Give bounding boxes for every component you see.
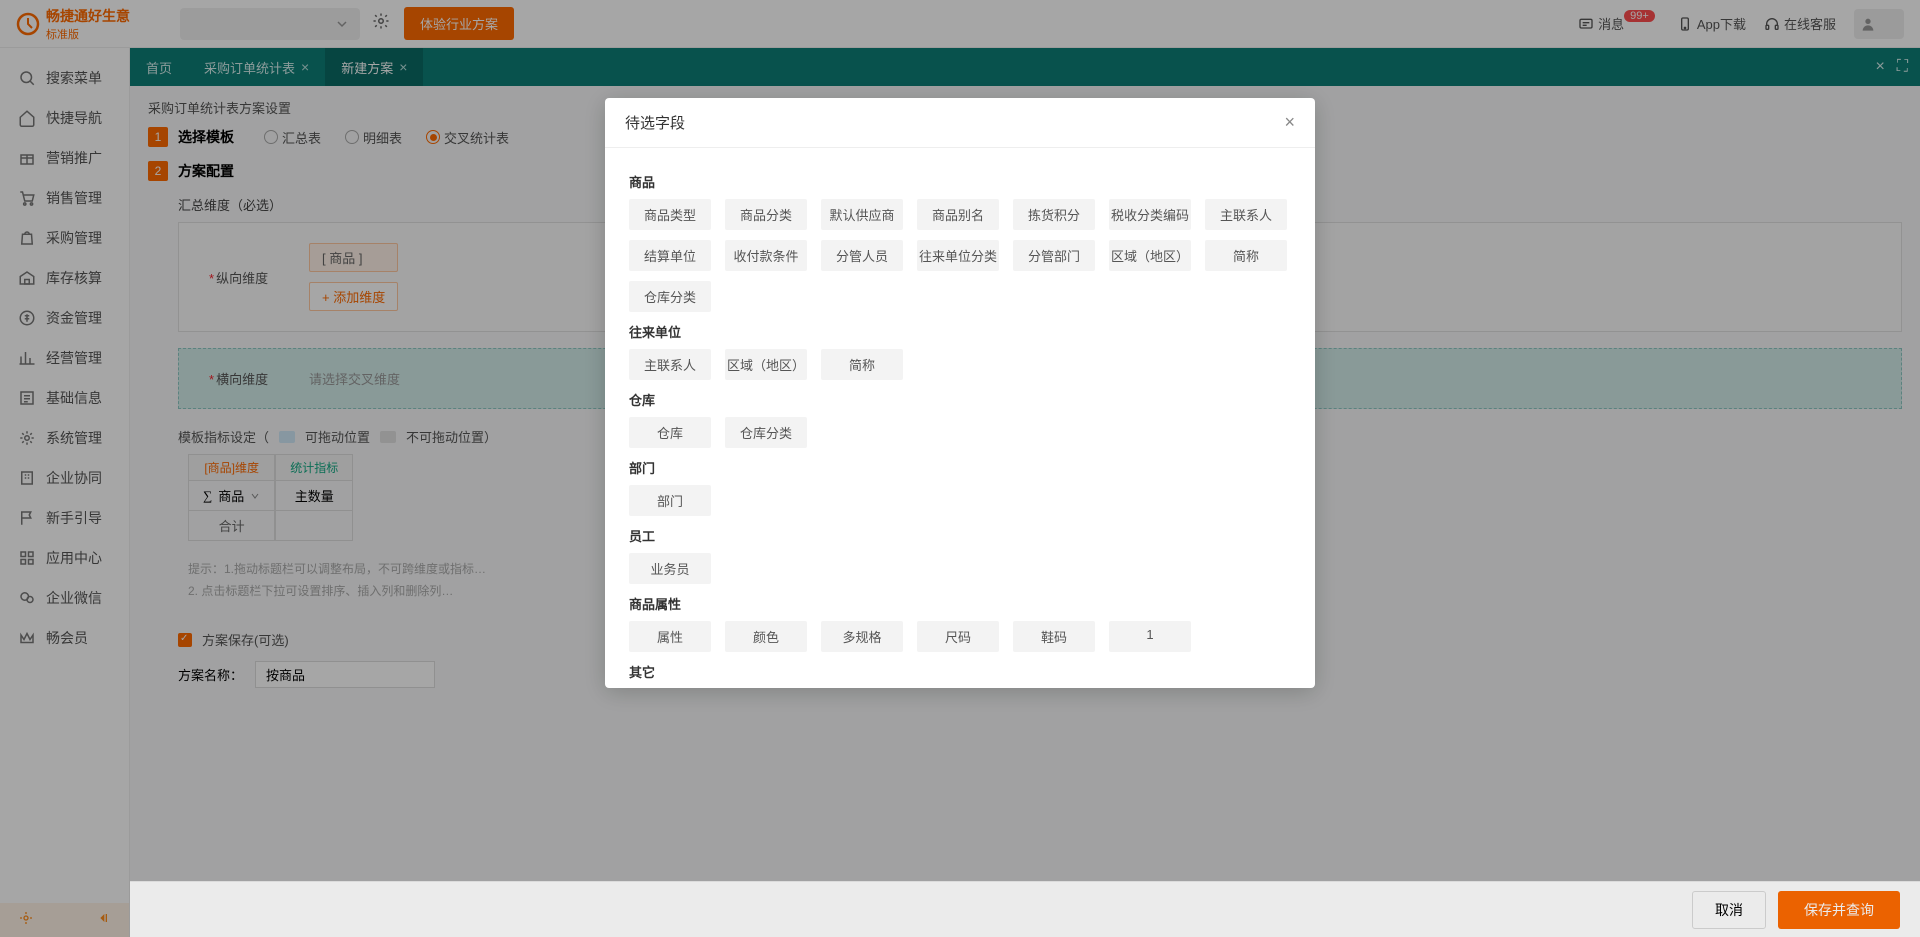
field-chip[interactable]: 默认供应商: [821, 199, 903, 230]
field-group-chips: 部门: [629, 485, 1291, 516]
field-chip[interactable]: 仓库分类: [629, 281, 711, 312]
field-chip[interactable]: 商品分类: [725, 199, 807, 230]
field-group-title: 商品属性: [629, 594, 1291, 613]
field-group-chips: 属性颜色多规格尺码鞋码 1: [629, 621, 1291, 652]
field-chip[interactable]: 主联系人: [1205, 199, 1287, 230]
field-chip[interactable]: 区域（地区）: [725, 349, 807, 380]
field-chip[interactable]: 税收分类编码: [1109, 199, 1191, 230]
field-chip[interactable]: 往来单位分类: [917, 240, 999, 271]
footer-bar: 取消 保存并查询: [130, 881, 1920, 937]
field-chip[interactable]: 颜色: [725, 621, 807, 652]
field-chip[interactable]: 主联系人: [629, 349, 711, 380]
field-chip[interactable]: 鞋码: [1013, 621, 1095, 652]
field-group-title: 部门: [629, 458, 1291, 477]
field-chip[interactable]: 简称: [1205, 240, 1287, 271]
field-chip[interactable]: 拣货积分: [1013, 199, 1095, 230]
field-chip[interactable]: 部门: [629, 485, 711, 516]
field-group-title: 往来单位: [629, 322, 1291, 341]
field-chip[interactable]: 区域（地区）: [1109, 240, 1191, 271]
field-chip[interactable]: 简称: [821, 349, 903, 380]
field-chip[interactable]: 业务员: [629, 553, 711, 584]
modal-body: 商品商品类型商品分类默认供应商商品别名拣货积分税收分类编码主联系人结算单位收付款…: [605, 148, 1315, 688]
field-chip[interactable]: 尺码: [917, 621, 999, 652]
cancel-button[interactable]: 取消: [1692, 891, 1766, 929]
field-chip[interactable]: 仓库: [629, 417, 711, 448]
field-group-chips: 仓库仓库分类: [629, 417, 1291, 448]
field-chip[interactable]: 属性: [629, 621, 711, 652]
field-picker-modal: 待选字段 × 商品商品类型商品分类默认供应商商品别名拣货积分税收分类编码主联系人…: [605, 98, 1315, 688]
field-chip[interactable]: 商品别名: [917, 199, 999, 230]
field-chip[interactable]: 1: [1109, 621, 1191, 652]
field-chip[interactable]: 结算单位: [629, 240, 711, 271]
field-chip[interactable]: 收付款条件: [725, 240, 807, 271]
save-query-button[interactable]: 保存并查询: [1778, 891, 1900, 929]
field-group-chips: 主联系人区域（地区） 简称: [629, 349, 1291, 380]
field-chip[interactable]: 分管人员: [821, 240, 903, 271]
field-group-title: 仓库: [629, 390, 1291, 409]
field-chip[interactable]: 商品类型: [629, 199, 711, 230]
field-chip[interactable]: 仓库分类: [725, 417, 807, 448]
modal-header: 待选字段 ×: [605, 98, 1315, 148]
field-group-title: 商品: [629, 172, 1291, 191]
field-group-title: 员工: [629, 526, 1291, 545]
modal-title: 待选字段: [625, 112, 685, 133]
modal-close-button[interactable]: ×: [1284, 112, 1295, 133]
field-group-chips: 商品类型商品分类默认供应商商品别名拣货积分税收分类编码主联系人结算单位收付款条件…: [629, 199, 1291, 312]
field-chip[interactable]: 分管部门: [1013, 240, 1095, 271]
field-chip[interactable]: 多规格: [821, 621, 903, 652]
field-group-title: 其它: [629, 662, 1291, 681]
field-group-chips: 业务员: [629, 553, 1291, 584]
